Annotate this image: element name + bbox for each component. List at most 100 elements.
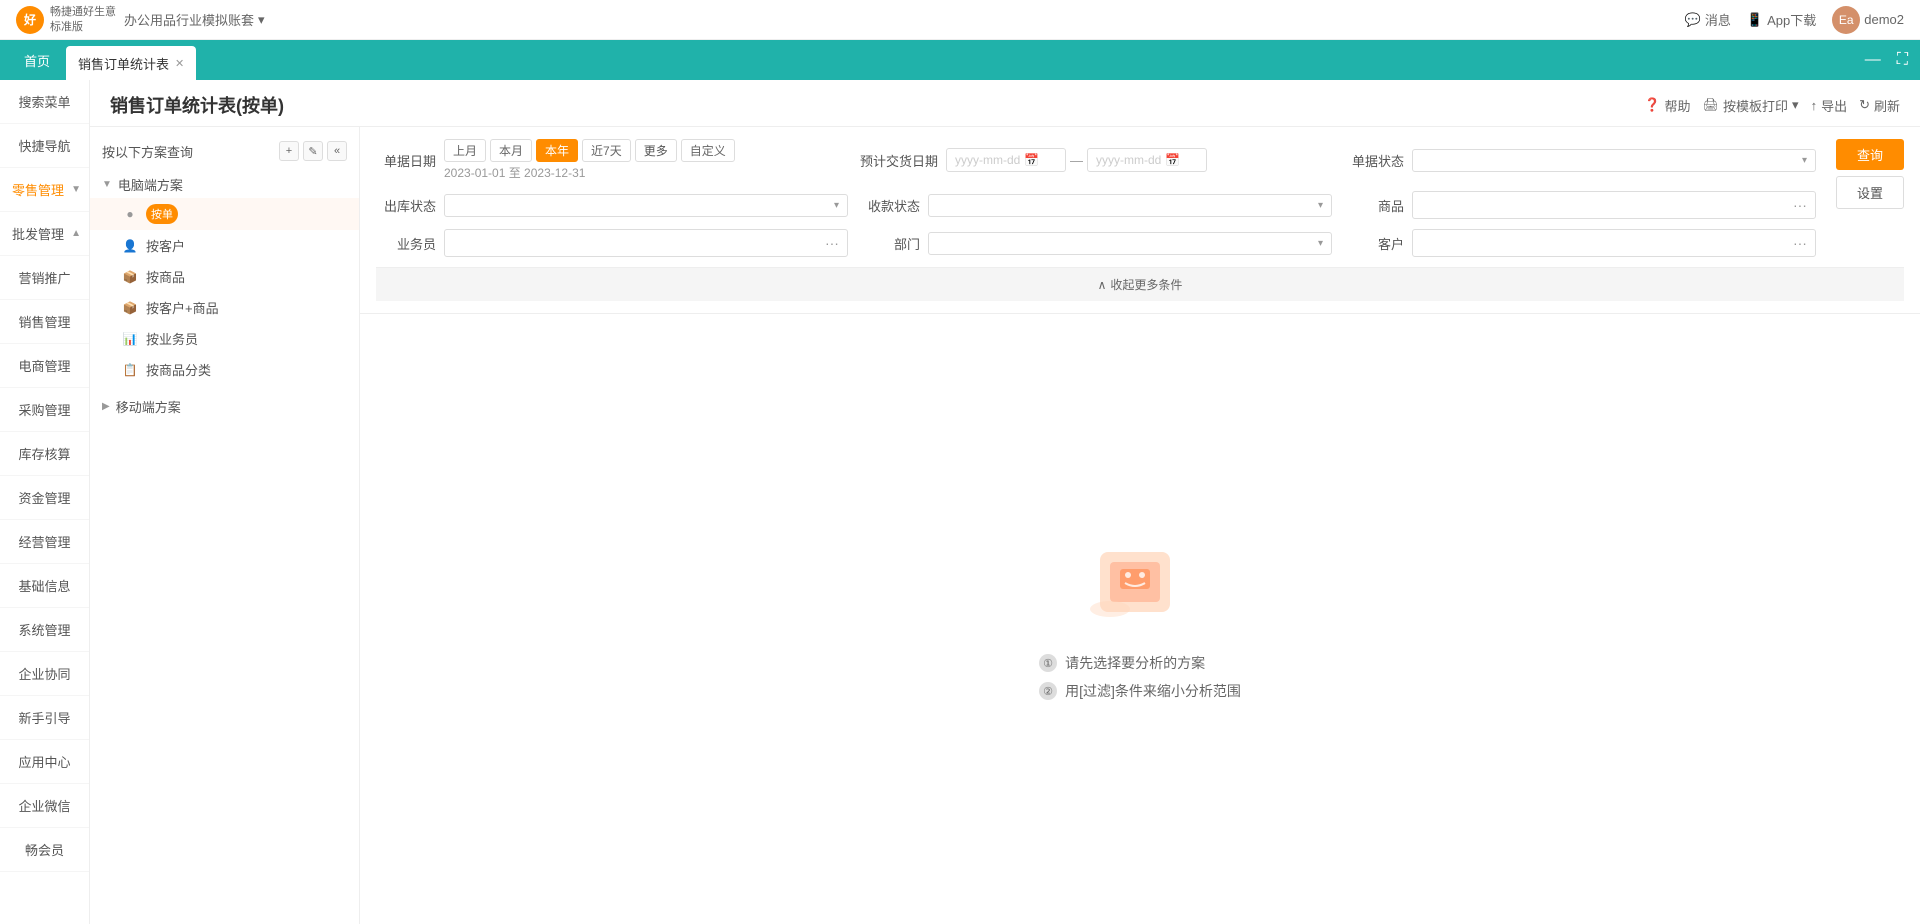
sidebar-item-basic[interactable]: 基础信息 [0, 564, 89, 608]
tab-close-icon[interactable]: ✕ [175, 57, 184, 70]
dept-select[interactable]: ▾ [928, 232, 1332, 255]
sidebar-item-sales[interactable]: 销售管理 [0, 300, 89, 344]
circle-icon: ● [122, 206, 138, 222]
sidebar-item-purchase[interactable]: 采购管理 [0, 388, 89, 432]
date-to-input[interactable]: yyyy-mm-dd 📅 [1087, 148, 1207, 172]
status-label: 单据状态 [1344, 151, 1404, 170]
sidebar-item-wholesale[interactable]: 批发管理 ▲ [0, 212, 89, 256]
page-title: 销售订单统计表(按单) [110, 92, 284, 118]
scheme-group-pc-header[interactable]: ▼ 电脑端方案 [90, 171, 359, 198]
edit-scheme-button[interactable]: ✎ [303, 141, 323, 161]
expected-date-group: 预计交货日期 yyyy-mm-dd 📅 — [860, 148, 1332, 172]
sidebar-item-inventory[interactable]: 库存核算 [0, 432, 89, 476]
empty-hints: ① 请先选择要分析的方案 ② 用[过滤]条件来缩小分析范围 [1039, 653, 1241, 701]
dept-select-arrow: ▾ [1318, 238, 1323, 249]
arrow-up-icon: ▲ [71, 228, 81, 239]
arrow-down-icon: ▼ [71, 184, 81, 195]
dept-label: 部门 [860, 234, 920, 253]
tab-home[interactable]: 首页 [8, 40, 66, 80]
sidebar-item-newuser[interactable]: 新手引导 [0, 696, 89, 740]
sidebar-item-retail[interactable]: 零售管理 ▼ [0, 168, 89, 212]
sidebar-item-ecommerce[interactable]: 电商管理 [0, 344, 89, 388]
phone-icon: 📱 [1747, 12, 1763, 28]
add-scheme-button[interactable]: + [279, 141, 299, 161]
sidebar-item-corpwechat[interactable]: 企业微信 [0, 784, 89, 828]
staff-ellipsis[interactable]: ··· [825, 235, 839, 251]
scheme-group-pc: ▼ 电脑端方案 ● 按单 👤 按客户 📦 按商品 [90, 167, 359, 389]
staff-input[interactable]: ··· [444, 229, 848, 257]
maximize-icon[interactable]: ⛶ [1893, 47, 1912, 73]
status-select[interactable]: ▾ [1412, 149, 1816, 172]
date-tab-7days[interactable]: 近7天 [582, 139, 631, 162]
ship-status-group: 出库状态 ▾ [376, 194, 848, 217]
pay-select-arrow: ▾ [1318, 200, 1323, 211]
goods-ellipsis[interactable]: ··· [1793, 197, 1807, 213]
pay-status-label: 收款状态 [860, 196, 920, 215]
sidebar-item-shortcut[interactable]: 快捷导航 [0, 124, 89, 168]
main-layout: 搜索菜单 快捷导航 零售管理 ▼ 批发管理 ▲ 营销推广 销售管理 电商管理 采… [0, 80, 1920, 924]
sidebar-item-finance[interactable]: 资金管理 [0, 476, 89, 520]
date-from-input[interactable]: yyyy-mm-dd 📅 [946, 148, 1066, 172]
refresh-button[interactable]: ↻ 刷新 [1859, 96, 1900, 115]
ship-status-label: 出库状态 [376, 196, 436, 215]
scheme-item-by-customer-goods[interactable]: 📦 按客户+商品 [90, 292, 359, 323]
scheme-panel: 按以下方案查询 + ✎ « ▼ 电脑端方案 ● 按单 [90, 127, 360, 924]
print-dropdown-icon[interactable]: ▾ [1792, 97, 1799, 113]
collapse-scheme-button[interactable]: « [327, 141, 347, 161]
query-button[interactable]: 查询 [1836, 139, 1904, 170]
sidebar-item-enterprise[interactable]: 企业协同 [0, 652, 89, 696]
minimize-icon[interactable]: — [1861, 47, 1885, 73]
empty-hint-2: ② 用[过滤]条件来缩小分析范围 [1039, 681, 1241, 701]
scheme-group-mobile: ▶ 移动端方案 [90, 389, 359, 424]
collapse-bar[interactable]: ∧ 收起更多条件 [376, 267, 1904, 301]
scheme-item-by-goods[interactable]: 📦 按商品 [90, 261, 359, 292]
logo-text: 畅捷通好生意 标准版 [50, 5, 116, 34]
goods-input[interactable]: ··· [1412, 191, 1816, 219]
sidebar-item-member[interactable]: 畅会员 [0, 828, 89, 872]
active-badge: 按单 [146, 204, 178, 224]
scheme-item-by-order[interactable]: ● 按单 [90, 198, 359, 230]
sidebar-item-system[interactable]: 系统管理 [0, 608, 89, 652]
scheme-item-by-category[interactable]: 📋 按商品分类 [90, 354, 359, 385]
ship-select-arrow: ▾ [834, 200, 839, 211]
avatar: Ea [1832, 6, 1860, 34]
sidebar-item-marketing[interactable]: 营销推广 [0, 256, 89, 300]
date-tab-thismonth[interactable]: 本月 [490, 139, 532, 162]
top-bar-right: 💬 消息 📱 App下载 Ea demo2 [1685, 6, 1904, 34]
customer-input[interactable]: ··· [1412, 229, 1816, 257]
pay-status-select[interactable]: ▾ [928, 194, 1332, 217]
print-button[interactable]: 🖨 按模板打印 ▾ [1703, 96, 1799, 115]
date-separator: — [1070, 153, 1083, 168]
help-button[interactable]: ❓ 帮助 [1644, 96, 1690, 115]
user-action[interactable]: Ea demo2 [1832, 6, 1904, 34]
chart-icon: 📊 [122, 331, 138, 347]
dept-group: 部门 ▾ [860, 232, 1332, 255]
calendar-icon: 📅 [1024, 153, 1039, 167]
date-tab-thisyear[interactable]: 本年 [536, 139, 578, 162]
export-button[interactable]: ↑ 导出 [1811, 96, 1848, 115]
tab-sales-order-stats[interactable]: 销售订单统计表 ✕ [66, 46, 196, 80]
filter-area: 单据日期 上月 本月 本年 近7天 更多 [360, 127, 1920, 314]
date-tab-custom[interactable]: 自定义 [681, 139, 735, 162]
logo-area: 好 畅捷通好生意 标准版 [16, 5, 116, 34]
settings-button[interactable]: 设置 [1836, 176, 1904, 209]
box-icon: 📦 [122, 269, 138, 285]
ship-status-select[interactable]: ▾ [444, 194, 848, 217]
sidebar-item-operations[interactable]: 经营管理 [0, 520, 89, 564]
table-icon: 📋 [122, 362, 138, 378]
status-select-arrow: ▾ [1802, 155, 1807, 166]
scheme-group-mobile-header[interactable]: ▶ 移动端方案 [90, 393, 359, 420]
message-action[interactable]: 💬 消息 [1685, 10, 1731, 29]
date-tab-lastmonth[interactable]: 上月 [444, 139, 486, 162]
goods-group: 商品 ··· [1344, 191, 1816, 219]
dropdown-icon[interactable]: ▾ [258, 12, 265, 28]
logo-icon: 好 [16, 6, 44, 34]
customer-ellipsis[interactable]: ··· [1793, 235, 1807, 251]
scheme-item-by-staff[interactable]: 📊 按业务员 [90, 323, 359, 354]
app-download-action[interactable]: 📱 App下载 [1747, 10, 1816, 29]
sidebar-item-search[interactable]: 搜索菜单 [0, 80, 89, 124]
scheme-item-by-customer[interactable]: 👤 按客户 [90, 230, 359, 261]
date-tab-more[interactable]: 更多 [635, 139, 677, 162]
sidebar-item-appcenter[interactable]: 应用中心 [0, 740, 89, 784]
person-icon: 👤 [122, 238, 138, 254]
